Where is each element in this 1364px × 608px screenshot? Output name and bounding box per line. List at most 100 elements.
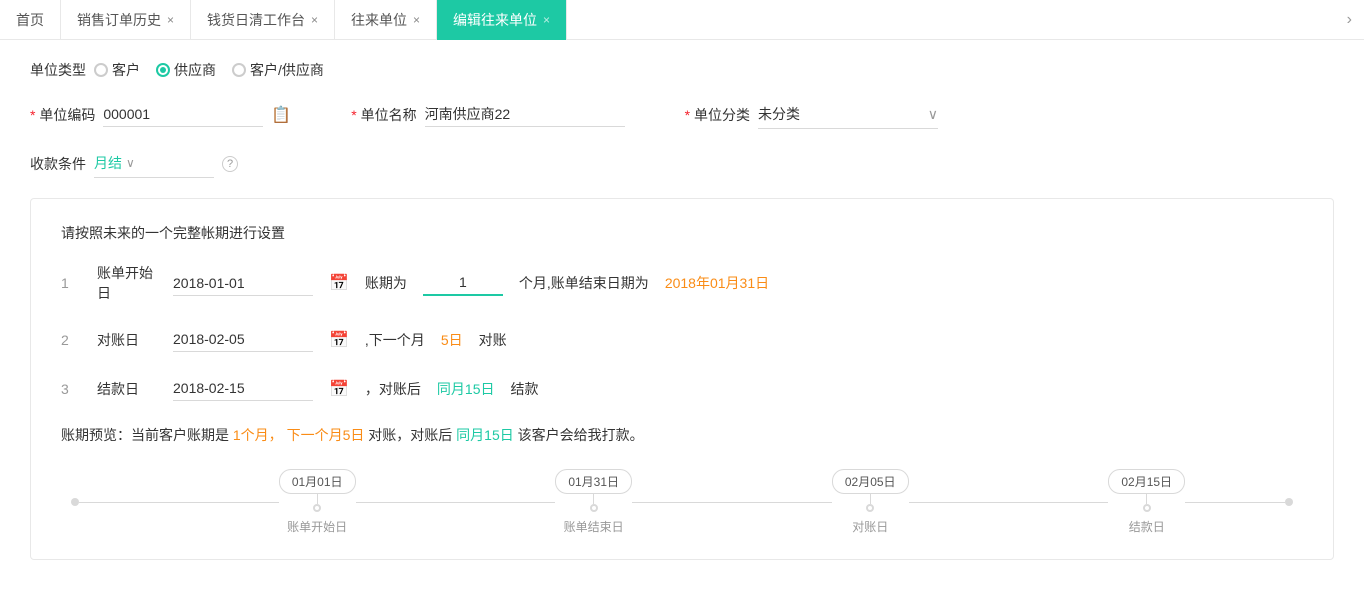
timeline-badge-3: 02月05日 [832,469,909,494]
period-calendar-3[interactable]: 📅 [329,379,349,399]
timeline-badge-1: 01月01日 [279,469,356,494]
period-date-2[interactable] [173,327,313,352]
period-row-1: 1 账单开始日 📅 账期为 个月,账单结束日期为 2018年01月31日 [61,263,1303,303]
timeline-node-4: 02月15日 结款日 [1108,469,1185,535]
timeline-connector-1 [317,494,318,504]
timeline-badge-4: 02月15日 [1108,469,1185,494]
radio-supplier[interactable]: 供应商 [156,60,216,80]
payment-terms-group: 收款条件 月结 ∨ ? [30,149,238,178]
tab-sales-order[interactable]: 销售订单历史 × [61,0,191,40]
radio-customer[interactable]: 客户 [94,60,140,80]
tab-sales-order-close[interactable]: × [167,13,174,27]
period-end-date: 2018年01月31日 [665,273,769,293]
tab-cash-work-close[interactable]: × [311,13,318,27]
tab-home-label: 首页 [16,10,44,30]
timeline-node-2: 01月31日 账单结束日 [555,469,632,535]
period-months-input[interactable] [423,270,503,296]
unit-category-arrow: ∨ [928,106,938,123]
timeline-end-dot [1285,498,1293,506]
unit-code-input[interactable] [103,102,263,127]
period-desc-2b: 对账 [479,330,507,350]
unit-code-label: 单位编码 [30,105,95,125]
radio-both-circle [232,63,246,77]
period-calendar-2[interactable]: 📅 [329,330,349,350]
preview-part1: 1个月， [233,427,283,443]
period-field-3: 结款日 [97,379,157,399]
period-field-2: 对账日 [97,330,157,350]
period-desc-2a: ,下一个月 [365,330,425,350]
main-content: 单位类型 客户 供应商 客户/供应商 单位编码 📋 [0,40,1364,608]
timeline-node-3: 02月05日 对账日 [832,469,909,535]
tab-partner-unit-close[interactable]: × [413,13,420,27]
timeline-connector-2 [593,494,594,504]
unit-name-group: 单位名称 [351,102,624,127]
unit-code-group: 单位编码 📋 [30,102,291,127]
radio-group-unit-type: 客户 供应商 客户/供应商 [94,60,324,80]
timeline-start-dot [71,498,79,506]
unit-type-group: 单位类型 客户 供应商 客户/供应商 [30,60,324,80]
tab-cash-work[interactable]: 钱货日清工作台 × [191,0,335,40]
tab-edit-partner[interactable]: 编辑往来单位 × [437,0,567,40]
timeline-connector-4 [1146,494,1147,504]
radio-supplier-circle [156,63,170,77]
unit-category-label: 单位分类 [685,105,750,125]
tab-sales-order-label: 销售订单历史 [77,10,161,30]
preview-middle: 对账，对账后 [368,427,452,443]
timeline-line-3 [632,502,832,503]
timeline-line-4 [909,502,1109,503]
timeline-connector-3 [870,494,871,504]
radio-supplier-label: 供应商 [174,60,216,80]
period-day-highlight: 5日 [441,330,463,350]
radio-customer-circle [94,63,108,77]
timeline: 01月01日 账单开始日 01月31日 账单结束日 02月05日 对账日 [61,469,1303,535]
timeline-label-1: 账单开始日 [287,518,347,535]
tabs-expand-button[interactable]: › [1335,11,1364,29]
period-num-1: 1 [61,275,81,291]
period-desc-1b: 个月,账单结束日期为 [519,273,649,293]
radio-both[interactable]: 客户/供应商 [232,60,324,80]
unit-category-group: 单位分类 未分类 ∨ [685,100,938,129]
timeline-label-4: 结款日 [1129,518,1165,535]
period-field-1: 账单开始日 [97,263,157,303]
tab-edit-partner-label: 编辑往来单位 [453,10,537,30]
period-date-3[interactable] [173,376,313,401]
period-box: 请按照未来的一个完整帐期进行设置 1 账单开始日 📅 账期为 个月,账单结束日期… [30,198,1334,560]
tab-home[interactable]: 首页 [0,0,61,40]
payment-terms-arrow: ∨ [126,156,135,170]
timeline-line-1 [79,502,279,503]
payment-terms-select[interactable]: 月结 ∨ [94,149,214,178]
period-row-3: 3 结款日 📅 ，对账后 同月15日 结款 [61,376,1303,401]
unit-name-input[interactable] [425,102,625,127]
tab-partner-unit[interactable]: 往来单位 × [335,0,437,40]
radio-both-label: 客户/供应商 [250,60,324,80]
period-num-3: 3 [61,381,81,397]
period-num-2: 2 [61,332,81,348]
payment-terms-value: 月结 [94,153,122,173]
tabs-bar: 首页 销售订单历史 × 钱货日清工作台 × 往来单位 × 编辑往来单位 × › [0,0,1364,40]
unit-category-value: 未分类 [758,104,920,124]
preview-suffix: 该客户会给我打款。 [518,427,644,443]
radio-customer-label: 客户 [112,60,140,80]
tab-cash-work-label: 钱货日清工作台 [207,10,305,30]
timeline-label-2: 账单结束日 [564,518,624,535]
preview-part3: 同月15日 [456,427,514,443]
unit-code-icon[interactable]: 📋 [271,105,291,125]
period-desc-3b: 结款 [511,379,539,399]
period-calendar-1[interactable]: 📅 [329,273,349,293]
preview-prefix: 账期预览：当前客户账期是 [61,427,229,443]
timeline-dot-2 [590,504,598,512]
unit-name-label: 单位名称 [351,105,416,125]
tab-edit-partner-close[interactable]: × [543,13,550,27]
unit-category-select[interactable]: 未分类 ∨ [758,100,938,129]
preview-text: 账期预览：当前客户账期是 1个月， 下一个月5日 对账，对账后 同月15日 该客… [61,425,1303,445]
preview-part2: 下一个月5日 [287,427,365,443]
payment-terms-help[interactable]: ? [222,156,238,172]
timeline-dot-3 [866,504,874,512]
form-row-unit-info: 单位编码 📋 单位名称 单位分类 未分类 ∨ [30,100,1334,129]
period-date-1[interactable] [173,271,313,296]
timeline-node-1: 01月01日 账单开始日 [279,469,356,535]
period-title: 请按照未来的一个完整帐期进行设置 [61,223,1303,243]
tab-partner-unit-label: 往来单位 [351,10,407,30]
period-desc-1a: 账期为 [365,273,407,293]
timeline-label-3: 对账日 [852,518,888,535]
